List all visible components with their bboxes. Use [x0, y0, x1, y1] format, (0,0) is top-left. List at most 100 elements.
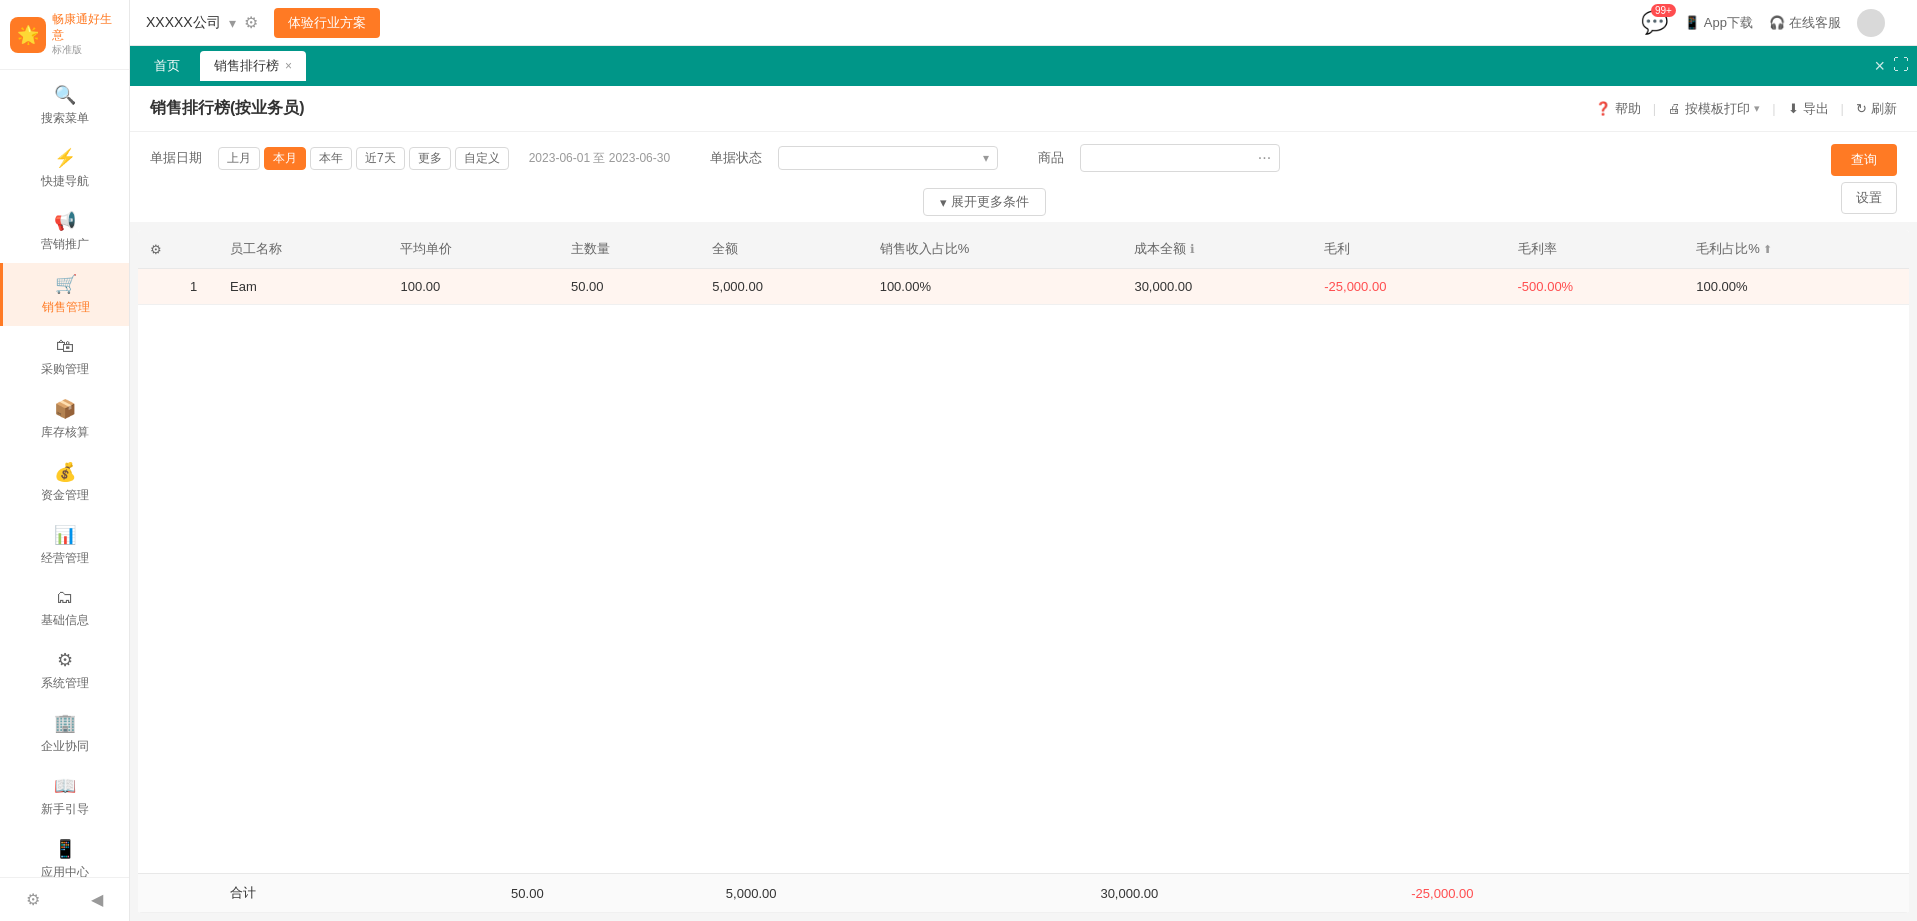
- filter-area: 单据日期 上月 本月 本年 近7天 更多 自定义 2023-06-01 至 20…: [130, 132, 1917, 222]
- th-rank: [178, 230, 218, 269]
- tab-close-all-icon[interactable]: ×: [1874, 56, 1885, 77]
- goods-select[interactable]: ···: [1080, 144, 1280, 172]
- tab-right-actions: × ⛶: [1866, 56, 1909, 77]
- sidebar-item-purchase[interactable]: 🛍 采购管理: [0, 326, 129, 388]
- sidebar-item-operation[interactable]: 📊 经营管理: [0, 514, 129, 577]
- sidebar-item-inventory[interactable]: 📦 库存核算: [0, 388, 129, 451]
- cost-info-icon[interactable]: ℹ: [1190, 242, 1195, 256]
- cell-settings: [138, 269, 178, 305]
- trial-button[interactable]: 体验行业方案: [274, 8, 380, 38]
- refresh-button[interactable]: ↻ 刷新: [1856, 100, 1897, 118]
- table-footer: 合计 50.00 5,000.00 30,000.00 -25,000.00: [138, 873, 1909, 913]
- sidebar-item-app-center[interactable]: 📱 应用中心: [0, 828, 129, 877]
- footer-table: 合计 50.00 5,000.00 30,000.00 -25,000.00: [138, 874, 1909, 913]
- status-filter-label: 单据状态: [710, 149, 762, 167]
- print-button[interactable]: 🖨 按模板打印 ▾: [1668, 100, 1760, 118]
- filter-grid: 单据日期 上月 本月 本年 近7天 更多 自定义 2023-06-01 至 20…: [150, 144, 1897, 222]
- divider3: |: [1841, 101, 1844, 116]
- message-button[interactable]: 💬 99+: [1641, 10, 1668, 36]
- date-more-btn[interactable]: 更多: [409, 147, 451, 170]
- marketing-icon: 📢: [54, 210, 76, 232]
- th-settings[interactable]: ⚙: [138, 230, 178, 269]
- profit-sort-icon[interactable]: ⬆: [1763, 243, 1772, 255]
- purchase-icon: 🛍: [56, 336, 74, 357]
- app-download-label: App下载: [1704, 14, 1753, 32]
- expand-label: 展开更多条件: [951, 193, 1029, 211]
- date-7days-btn[interactable]: 近7天: [356, 147, 405, 170]
- sidebar-item-finance[interactable]: 💰 资金管理: [0, 451, 129, 514]
- sidebar-label-operation: 经营管理: [41, 550, 89, 567]
- expand-button[interactable]: ▾ 展开更多条件: [923, 188, 1046, 216]
- tab-fullscreen-icon[interactable]: ⛶: [1893, 56, 1909, 77]
- cell-profit-rate: -500.00%: [1506, 269, 1685, 305]
- setting-button[interactable]: 设置: [1841, 182, 1897, 214]
- online-service-label: 在线客服: [1789, 14, 1841, 32]
- th-profit: 毛利: [1312, 230, 1505, 269]
- app-download-button[interactable]: 📱 App下载: [1684, 14, 1753, 32]
- footer-row: 合计 50.00 5,000.00 30,000.00 -25,000.00: [138, 874, 1909, 913]
- date-cur-btn[interactable]: 本月: [264, 147, 306, 170]
- refresh-icon: ↻: [1856, 101, 1867, 116]
- sidebar-nav: 🔍 搜索菜单 ⚡ 快捷导航 📢 营销推广 🛒 销售管理 🛍 采购管理 📦 库存核…: [0, 70, 129, 877]
- sidebar-item-guide[interactable]: 📖 新手引导: [0, 765, 129, 828]
- finance-icon: 💰: [54, 461, 76, 483]
- table-header-row: ⚙ 员工名称 平均单价 主数量 全额 销售收入占比% 成本全额 ℹ 毛利 毛利率…: [138, 230, 1909, 269]
- company-selector[interactable]: XXXXX公司 ▾: [146, 14, 236, 32]
- help-label: 帮助: [1615, 100, 1641, 118]
- tab-close-icon[interactable]: ×: [285, 59, 292, 73]
- print-label: 按模板打印: [1685, 100, 1750, 118]
- headset-icon: 🎧: [1769, 15, 1785, 30]
- sidebar-settings-btn[interactable]: ⚙: [26, 890, 40, 909]
- company-name: XXXXX公司: [146, 14, 221, 32]
- date-year-btn[interactable]: 本年: [310, 147, 352, 170]
- filter-fields: 单据日期 上月 本月 本年 近7天 更多 自定义 2023-06-01 至 20…: [150, 144, 1819, 216]
- cell-sales-pct: 100.00%: [868, 269, 1123, 305]
- sidebar-label-system: 系统管理: [41, 675, 89, 692]
- filter-row-1: 单据日期 上月 本月 本年 近7天 更多 自定义 2023-06-01 至 20…: [150, 144, 1819, 172]
- export-button[interactable]: ⬇ 导出: [1788, 100, 1829, 118]
- tab-home[interactable]: 首页: [138, 49, 196, 83]
- sidebar-collapse-btn[interactable]: ◀: [91, 890, 103, 909]
- sidebar-item-shortcut[interactable]: ⚡ 快捷导航: [0, 137, 129, 200]
- print-icon: 🖨: [1668, 101, 1681, 116]
- sidebar-item-search[interactable]: 🔍 搜索菜单: [0, 74, 129, 137]
- date-custom-btn[interactable]: 自定义: [455, 147, 509, 170]
- sidebar-label-guide: 新手引导: [41, 801, 89, 818]
- th-name: 员工名称: [218, 230, 388, 269]
- footer-profit-rate: [1727, 874, 1818, 913]
- export-label: 导出: [1803, 100, 1829, 118]
- sidebar-item-sales[interactable]: 🛒 销售管理: [0, 263, 129, 326]
- cell-rank: 1: [178, 269, 218, 305]
- guide-icon: 📖: [54, 775, 76, 797]
- cell-profit: -25,000.00: [1312, 269, 1505, 305]
- footer-main-qty: 50.00: [499, 874, 714, 913]
- sidebar-label-purchase: 采购管理: [41, 361, 89, 378]
- sidebar-label-marketing: 营销推广: [41, 236, 89, 253]
- footer-cost-amount: 30,000.00: [1088, 874, 1399, 913]
- logo-icon: 🌟: [10, 17, 46, 53]
- app-center-icon: 📱: [54, 838, 76, 860]
- message-badge: 99+: [1651, 4, 1676, 17]
- help-button[interactable]: ❓ 帮助: [1595, 100, 1641, 118]
- query-button[interactable]: 查询: [1831, 144, 1897, 176]
- status-select[interactable]: ▾: [778, 146, 998, 170]
- topbar-gear-icon[interactable]: ⚙: [244, 13, 258, 32]
- table-body: 1 Eam 100.00 50.00 5,000.00 100.00% 30,0…: [138, 269, 1909, 305]
- sidebar-item-enterprise[interactable]: 🏢 企业协同: [0, 702, 129, 765]
- sidebar-item-basic[interactable]: 🗂 基础信息: [0, 577, 129, 639]
- table-row: 1 Eam 100.00 50.00 5,000.00 100.00% 30,0…: [138, 269, 1909, 305]
- goods-ellipsis-icon[interactable]: ···: [1258, 149, 1271, 167]
- inventory-icon: 📦: [54, 398, 76, 420]
- sidebar-item-system[interactable]: ⚙ 系统管理: [0, 639, 129, 702]
- system-icon: ⚙: [57, 649, 73, 671]
- tab-sales-ranking[interactable]: 销售排行榜 ×: [200, 51, 306, 81]
- date-prev-btn[interactable]: 上月: [218, 147, 260, 170]
- sidebar-item-marketing[interactable]: 📢 营销推广: [0, 200, 129, 263]
- sidebar-label-inventory: 库存核算: [41, 424, 89, 441]
- sidebar-label-shortcut: 快捷导航: [41, 173, 89, 190]
- content-area: 销售排行榜(按业务员) ❓ 帮助 | 🖨 按模板打印 ▾ | ⬇ 导出 |: [130, 86, 1917, 921]
- online-service-button[interactable]: 🎧 在线客服: [1769, 14, 1841, 32]
- shortcut-icon: ⚡: [54, 147, 76, 169]
- avatar[interactable]: [1857, 9, 1885, 37]
- th-profit-rate: 毛利率: [1506, 230, 1685, 269]
